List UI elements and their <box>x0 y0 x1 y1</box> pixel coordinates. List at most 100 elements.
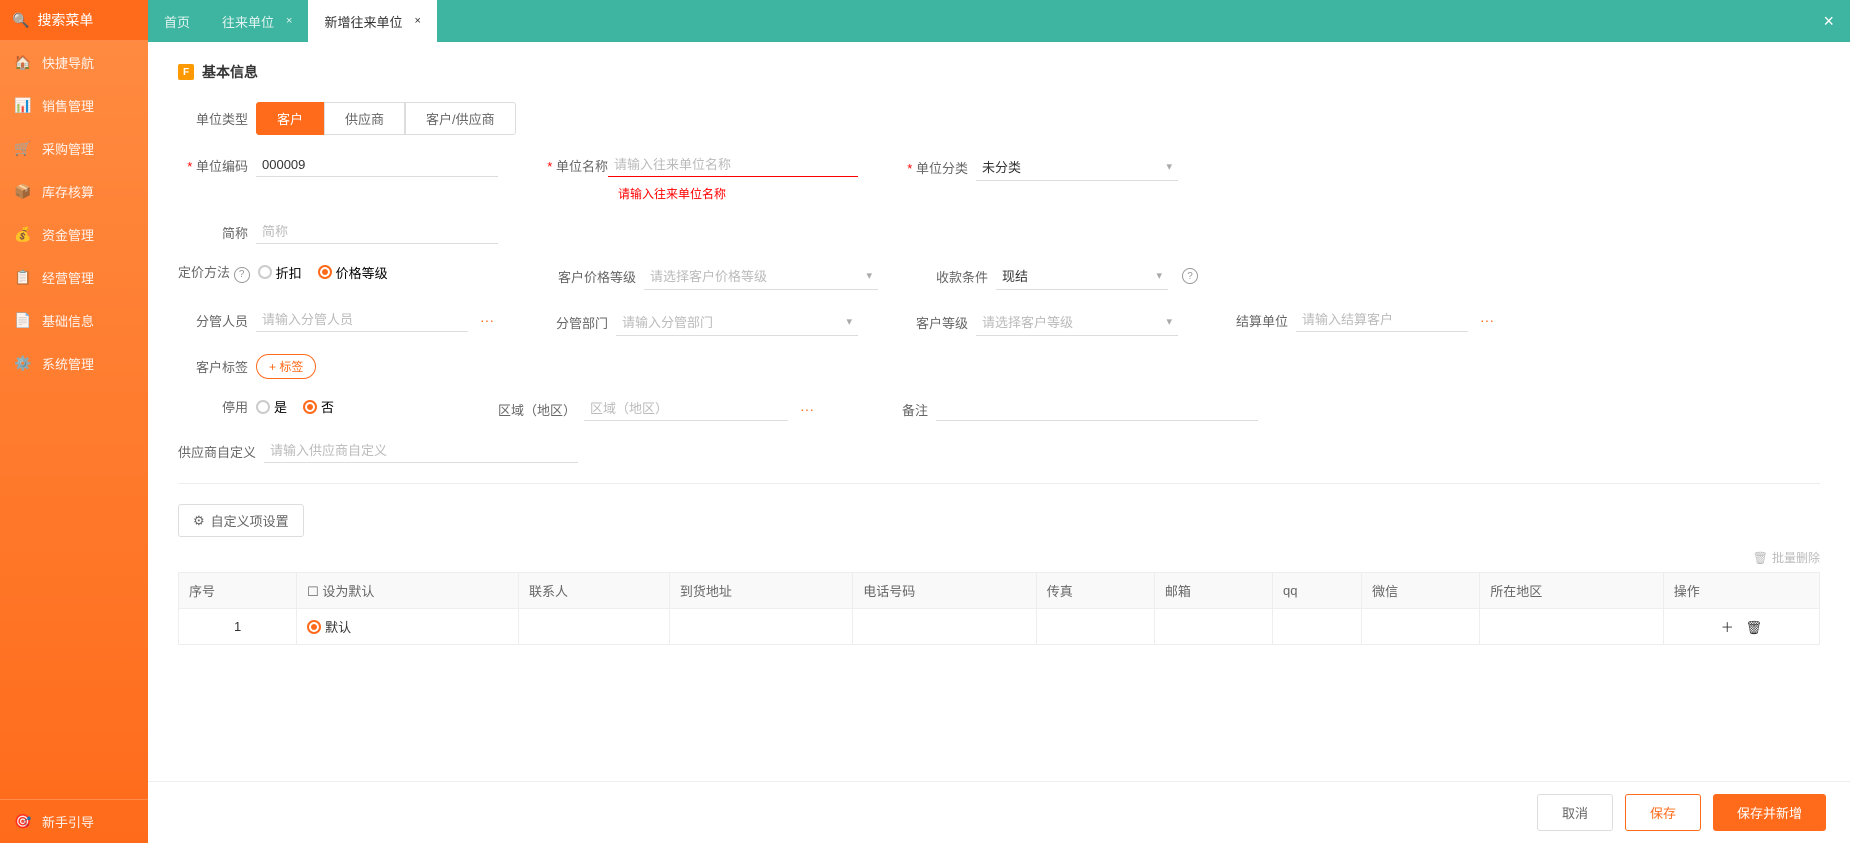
save-button[interactable]: 保存 <box>1625 794 1701 831</box>
tab-new-partner-label: 新增往来单位 <box>324 12 402 31</box>
short-name-row: 简称 <box>178 220 1820 244</box>
tab-new-partner[interactable]: 新增往来单位 × <box>308 0 436 42</box>
department-select[interactable]: 请输入分管部门 ▾ <box>616 308 858 336</box>
window-close-button[interactable]: × <box>1807 11 1850 32</box>
tab-partners-close[interactable]: × <box>286 15 292 27</box>
sidebar-item-system[interactable]: ⚙️ 系统管理 <box>0 342 148 385</box>
save-new-button[interactable]: 保存并新增 <box>1713 794 1826 831</box>
radio-discount[interactable]: 折扣 <box>258 263 302 282</box>
manager-row: 分管人员 ··· 分管部门 请输入分管部门 ▾ 客户等级 请选择客户等级 <box>178 308 1820 336</box>
content-area: F 基本信息 单位类型 客户 供应商 客户/供应商 <box>148 42 1850 781</box>
add-tag-button[interactable]: + 标签 <box>256 354 316 379</box>
sidebar-item-guide[interactable]: 🎯 新手引导 <box>0 800 148 843</box>
sidebar-item-label: 经营管理 <box>42 268 94 287</box>
customer-level-select[interactable]: 请选择客户等级 ▾ <box>976 308 1178 336</box>
sidebar-item-label: 采购管理 <box>42 139 94 158</box>
payment-terms-select[interactable]: 现结 ▾ <box>996 262 1168 290</box>
td-phone[interactable] <box>853 609 1036 645</box>
tab-home-label: 首页 <box>164 12 190 31</box>
tab-partners[interactable]: 往来单位 × <box>206 0 308 42</box>
manager-more-btn[interactable]: ··· <box>476 312 498 328</box>
chart-icon: 📊 <box>14 97 32 115</box>
type-btn-both[interactable]: 客户/供应商 <box>405 102 516 135</box>
short-name-input[interactable] <box>256 220 498 244</box>
remarks-input[interactable] <box>936 397 1258 421</box>
th-seq: 序号 <box>179 573 297 609</box>
cancel-button[interactable]: 取消 <box>1537 794 1613 831</box>
clipboard-icon: 📋 <box>14 269 32 287</box>
unit-category-select[interactable]: 未分类 ▾ <box>976 153 1178 181</box>
sidebar-item-sales[interactable]: 📊 销售管理 <box>0 84 148 127</box>
tab-home[interactable]: 首页 <box>148 0 206 42</box>
supplier-custom-input[interactable] <box>264 439 578 463</box>
table-header-row: 序号 ☐ 设为默认 联系人 到货地址 电话号码 传真 邮箱 qq 微信 所在地区 <box>179 573 1820 609</box>
th-fax: 传真 <box>1036 573 1154 609</box>
region-label: 区域（地区） <box>498 400 576 419</box>
batch-delete-area: 🗑 批量删除 <box>178 549 1820 566</box>
td-qq[interactable] <box>1273 609 1362 645</box>
th-default-checkbox[interactable]: ☐ <box>307 584 319 599</box>
sidebar-item-finance[interactable]: 💰 资金管理 <box>0 213 148 256</box>
supplier-custom-label: 供应商自定义 <box>178 442 256 461</box>
radio-no[interactable]: 否 <box>303 397 334 416</box>
custom-settings-button[interactable]: ⚙ 自定义项设置 <box>178 504 304 537</box>
td-contact[interactable] <box>519 609 670 645</box>
delete-row-icon[interactable]: 🗑 <box>1745 620 1762 635</box>
sidebar: 🔍 搜索菜单 🏠 快捷导航 📊 销售管理 🛒 采购管理 📦 库存核算 💰 资金管… <box>0 0 148 843</box>
disabled-label: 停用 <box>178 397 248 416</box>
target-icon: 🎯 <box>14 813 32 831</box>
td-address[interactable] <box>669 609 852 645</box>
radio-price-level[interactable]: 价格等级 <box>318 263 388 282</box>
radio-default[interactable]: 默认 <box>307 617 508 636</box>
sidebar-item-basic-info[interactable]: 📄 基础信息 <box>0 299 148 342</box>
add-row-icon[interactable]: ＋ <box>1721 620 1734 635</box>
help-icon-pricing[interactable]: ? <box>234 267 250 283</box>
settlement-unit-input[interactable] <box>1296 308 1468 332</box>
batch-delete-button[interactable]: 🗑 批量删除 <box>1753 549 1820 566</box>
section-title: 基本信息 <box>202 62 258 82</box>
help-icon-payment[interactable]: ? <box>1182 268 1198 284</box>
short-name-label: 简称 <box>178 223 248 242</box>
footer: 取消 保存 保存并新增 <box>148 781 1850 843</box>
sidebar-item-purchase[interactable]: 🛒 采购管理 <box>0 127 148 170</box>
type-btn-customer[interactable]: 客户 <box>256 102 324 135</box>
radio-circle-default <box>307 620 321 634</box>
sidebar-item-quick-nav[interactable]: 🏠 快捷导航 <box>0 41 148 84</box>
department-label: 分管部门 <box>538 313 608 332</box>
td-region[interactable] <box>1480 609 1663 645</box>
money-icon: 💰 <box>14 226 32 244</box>
pricing-method-label: 定价方法 ? <box>178 262 250 283</box>
sidebar-item-label: 资金管理 <box>42 225 94 244</box>
td-default: 默认 <box>297 609 519 645</box>
pricing-radio-group: 折扣 价格等级 <box>258 263 388 282</box>
radio-yes[interactable]: 是 <box>256 397 287 416</box>
type-btn-supplier[interactable]: 供应商 <box>324 102 405 135</box>
td-email[interactable] <box>1154 609 1272 645</box>
settlement-more-btn[interactable]: ··· <box>1476 312 1498 328</box>
section-icon: F <box>178 64 194 80</box>
chevron-down-icon-level: ▾ <box>1166 315 1172 328</box>
unit-name-input[interactable] <box>608 153 858 177</box>
customer-price-level-select[interactable]: 请选择客户价格等级 ▾ <box>644 262 878 290</box>
unit-type-label: 单位类型 <box>178 109 248 128</box>
sidebar-search-label: 搜索菜单 <box>37 10 93 30</box>
td-fax[interactable] <box>1036 609 1154 645</box>
th-action: 操作 <box>1663 573 1819 609</box>
customer-level-label: 客户等级 <box>898 313 968 332</box>
sidebar-search[interactable]: 🔍 搜索菜单 <box>0 0 148 41</box>
sidebar-item-operations[interactable]: 📋 经营管理 <box>0 256 148 299</box>
chevron-down-icon-dept: ▾ <box>846 315 852 328</box>
sidebar-item-inventory[interactable]: 📦 库存核算 <box>0 170 148 213</box>
unit-type-buttons: 客户 供应商 客户/供应商 <box>256 102 516 135</box>
gear-icon: ⚙️ <box>14 355 32 373</box>
doc-icon: 📄 <box>14 312 32 330</box>
unit-code-input[interactable] <box>256 153 498 177</box>
cart-icon: 🛒 <box>14 140 32 158</box>
td-wechat[interactable] <box>1362 609 1480 645</box>
sidebar-item-label: 基础信息 <box>42 311 94 330</box>
manager-input[interactable] <box>256 308 468 332</box>
tab-new-partner-close[interactable]: × <box>414 15 420 27</box>
region-more-btn[interactable]: ··· <box>796 401 818 417</box>
region-input[interactable] <box>584 397 788 421</box>
customer-price-level-label: 客户价格等级 <box>558 267 636 286</box>
